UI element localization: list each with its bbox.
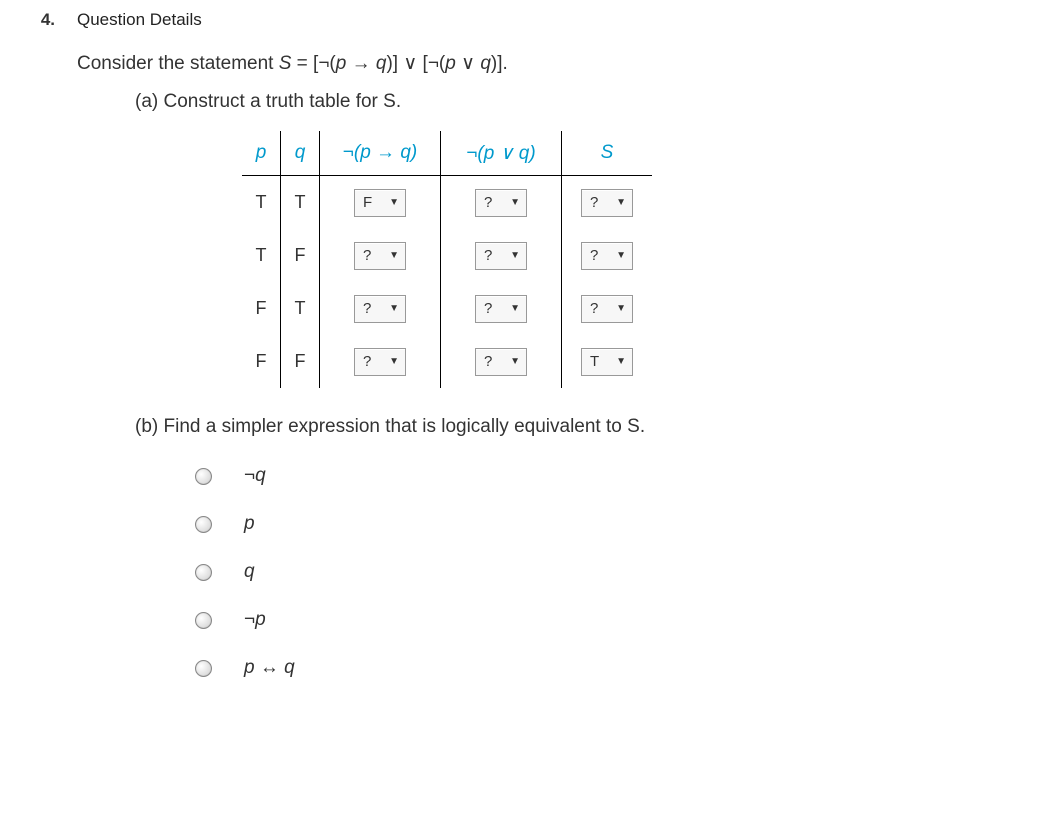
option-label: q — [244, 561, 255, 583]
part-a-text: (a) Construct a truth table for S. — [77, 75, 1031, 113]
cell-p: F — [242, 335, 281, 388]
option-label: ¬p — [244, 609, 266, 631]
select-s-row0[interactable]: ?▼ — [581, 189, 633, 217]
header-not-p-implies-q: ¬(p → q) — [320, 131, 441, 176]
chevron-down-icon: ▼ — [510, 303, 520, 314]
select-c1-row1[interactable]: ?▼ — [354, 242, 406, 270]
select-s-row1[interactable]: ?▼ — [581, 242, 633, 270]
statement-text: Consider the statement S = [¬(p → q)] ∨ … — [77, 52, 1031, 75]
option-label: p — [244, 513, 255, 535]
chevron-down-icon: ▼ — [616, 356, 626, 367]
chevron-down-icon: ▼ — [510, 250, 520, 261]
select-c2-row3[interactable]: ?▼ — [475, 348, 527, 376]
chevron-down-icon: ▼ — [389, 303, 399, 314]
table-row: F F ?▼ ?▼ T▼ — [242, 335, 652, 388]
cell-q: F — [281, 229, 320, 282]
radio-group: ¬q p q ¬p p ↔ q — [77, 438, 1031, 692]
chevron-down-icon: ▼ — [389, 197, 399, 208]
cell-p: F — [242, 282, 281, 335]
truth-table: p q ¬(p → q) ¬(p ∨ q) S T T F▼ ?▼ ?▼ T F… — [242, 131, 652, 388]
chevron-down-icon: ▼ — [510, 197, 520, 208]
header-p: p — [242, 131, 281, 176]
select-c2-row1[interactable]: ?▼ — [475, 242, 527, 270]
chevron-down-icon: ▼ — [616, 197, 626, 208]
select-c1-row3[interactable]: ?▼ — [354, 348, 406, 376]
cell-q: T — [281, 176, 320, 230]
part-b-text: (b) Find a simpler expression that is lo… — [77, 388, 1031, 438]
radio-option-3[interactable] — [195, 612, 212, 629]
question-number: 4. — [0, 10, 77, 30]
select-c2-row2[interactable]: ?▼ — [475, 295, 527, 323]
chevron-down-icon: ▼ — [616, 303, 626, 314]
cell-q: F — [281, 335, 320, 388]
select-s-row2[interactable]: ?▼ — [581, 295, 633, 323]
option-label: p ↔ q — [244, 657, 295, 679]
radio-option-4[interactable] — [195, 660, 212, 677]
table-row: T T F▼ ?▼ ?▼ — [242, 176, 652, 230]
select-c1-row2[interactable]: ?▼ — [354, 295, 406, 323]
table-row: T F ?▼ ?▼ ?▼ — [242, 229, 652, 282]
cell-p: T — [242, 176, 281, 230]
question-heading: Question Details — [77, 10, 202, 30]
radio-option-2[interactable] — [195, 564, 212, 581]
select-c2-row0[interactable]: ?▼ — [475, 189, 527, 217]
chevron-down-icon: ▼ — [510, 356, 520, 367]
option-label: ¬q — [244, 465, 266, 487]
header-not-p-or-q: ¬(p ∨ q) — [441, 131, 562, 176]
cell-p: T — [242, 229, 281, 282]
radio-option-0[interactable] — [195, 468, 212, 485]
table-row: F T ?▼ ?▼ ?▼ — [242, 282, 652, 335]
header-q: q — [281, 131, 320, 176]
cell-q: T — [281, 282, 320, 335]
header-s: S — [562, 131, 653, 176]
select-c1-row0[interactable]: F▼ — [354, 189, 406, 217]
chevron-down-icon: ▼ — [616, 250, 626, 261]
radio-option-1[interactable] — [195, 516, 212, 533]
select-s-row3[interactable]: T▼ — [581, 348, 633, 376]
chevron-down-icon: ▼ — [389, 356, 399, 367]
chevron-down-icon: ▼ — [389, 250, 399, 261]
